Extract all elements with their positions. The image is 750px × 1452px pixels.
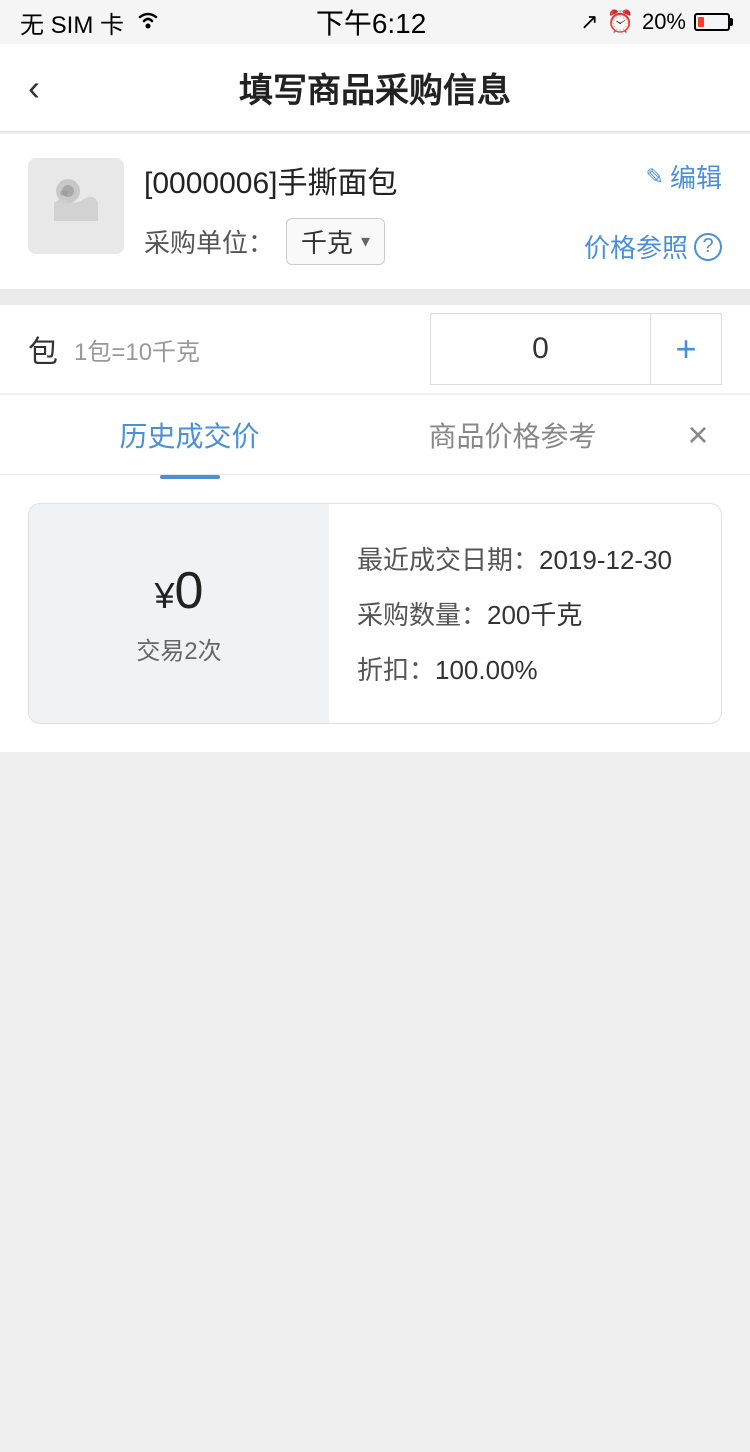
quantity-detail-value: 200千克 [487,600,582,630]
edit-button[interactable]: ✎ 编辑 [646,158,722,195]
quantity-unit-label: 包 [28,327,58,371]
history-card: ¥0 交易2次 最近成交日期：2019-12-30 采购数量：200千克 折扣：… [28,503,722,724]
tab-history-price-label: 历史成交价 [119,421,259,452]
detail-quantity-row: 采购数量：200千克 [357,595,693,632]
price-value: 0 [175,562,204,620]
history-content: ¥0 交易2次 最近成交日期：2019-12-30 采购数量：200千克 折扣：… [0,475,750,752]
product-card: [0000006]手撕面包 采购单位： 千克 ▾ ✎ 编辑 价格参照 ? [0,134,750,289]
discount-label: 折扣： [357,655,435,685]
currency-symbol: ¥ [155,575,175,616]
detail-date-row: 最近成交日期：2019-12-30 [357,540,693,577]
product-name: [0000006]手撕面包 [144,158,722,202]
quantity-input[interactable] [430,313,650,385]
trade-count: 交易2次 [136,631,221,666]
quantity-plus-button[interactable]: + [650,313,722,385]
history-price: ¥0 [155,561,204,621]
status-bar-left: 无 SIM 卡 [20,5,162,40]
date-label: 最近成交日期： [357,545,539,575]
price-ref-help-icon: ? [694,233,722,261]
date-value: 2019-12-30 [539,545,672,575]
history-card-right: 最近成交日期：2019-12-30 采购数量：200千克 折扣：100.00% [329,504,721,723]
section-divider [0,289,750,305]
price-ref-label: 价格参照 [584,228,688,265]
tab-section: 历史成交价 商品价格参考 × ¥0 交易2次 最近成交日期：2019-12-30… [0,395,750,752]
unit-value: 千克 [301,223,353,260]
price-ref-button[interactable]: 价格参照 ? [584,228,722,265]
quantity-label-group: 包 1包=10千克 [28,327,200,371]
detail-discount-row: 折扣：100.00% [357,650,693,687]
page-title: 填写商品采购信息 [239,63,511,112]
quantity-label: 采购数量： [357,600,487,630]
product-thumbnail-icon [46,171,106,241]
nav-bar: ‹ 填写商品采购信息 [0,44,750,132]
status-bar: 无 SIM 卡 下午6:12 ↗ ⏰ 20% [0,0,750,44]
edit-label: 编辑 [670,158,722,195]
wifi-icon [134,8,162,36]
tab-product-price-ref[interactable]: 商品价格参考 [351,391,674,479]
tab-history-price[interactable]: 历史成交价 [28,391,351,479]
back-button[interactable]: ‹ [28,67,40,109]
history-card-left: ¥0 交易2次 [29,504,329,723]
location-icon: ↗ [580,9,598,35]
edit-icon: ✎ [646,164,664,190]
tab-product-price-ref-label: 商品价格参考 [428,421,596,452]
battery-percent: 20% [642,9,686,35]
unit-label: 采购单位： [144,223,274,260]
status-bar-time: 下午6:12 [316,2,427,42]
alarm-icon: ⏰ [607,9,634,35]
status-bar-right: ↗ ⏰ 20% [580,9,730,35]
quantity-input-group: + [430,313,722,385]
carrier-text: 无 SIM 卡 [20,5,124,40]
unit-dropdown[interactable]: 千克 ▾ [286,218,385,265]
tab-header: 历史成交价 商品价格参考 × [0,395,750,475]
dropdown-arrow-icon: ▾ [361,231,370,252]
main-body [0,752,750,1452]
quantity-row: 包 1包=10千克 + [0,305,750,393]
product-image [28,158,124,254]
discount-value: 100.00% [435,655,538,685]
battery-indicator [694,13,730,31]
tab-close-button[interactable]: × [674,411,722,459]
quantity-sub-label: 1包=10千克 [74,332,200,367]
